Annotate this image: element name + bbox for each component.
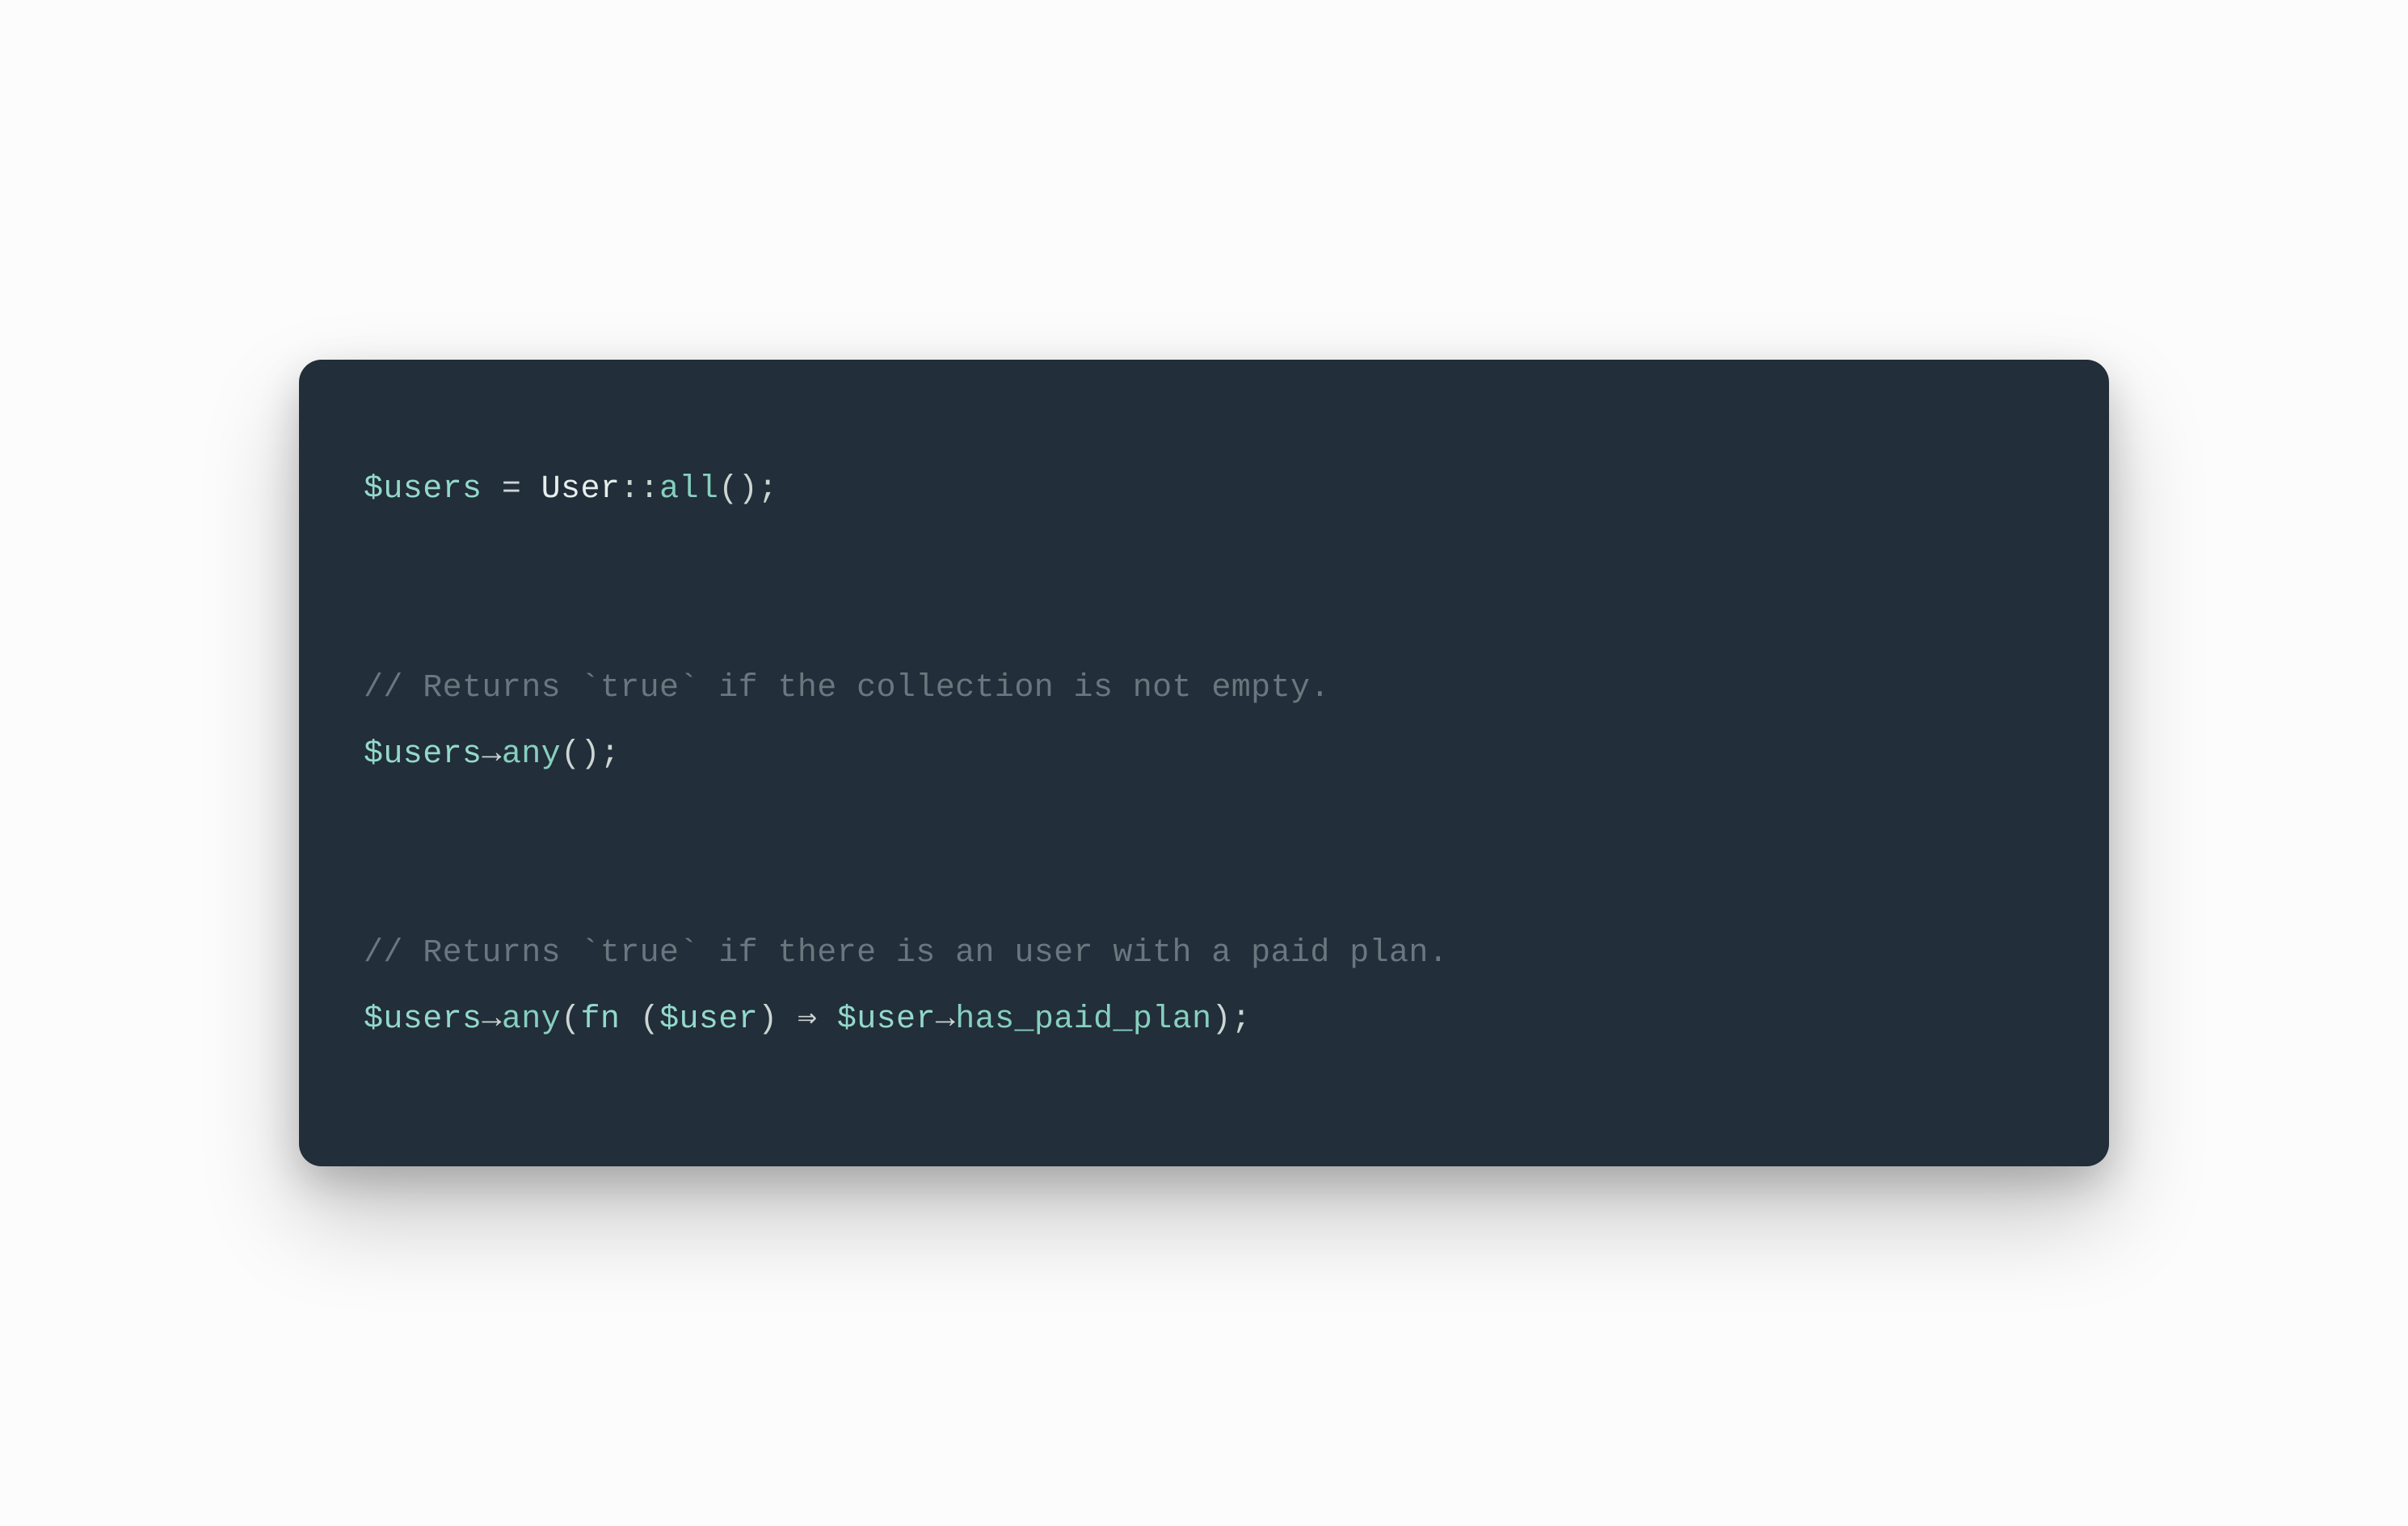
token-space-1 xyxy=(620,1001,639,1038)
token-obj-arrow-1: → xyxy=(482,736,501,773)
token-open-paren-1: ( xyxy=(561,1001,580,1038)
token-double-arrow: ⇒ xyxy=(778,1001,837,1038)
token-parens-1: () xyxy=(718,471,758,508)
token-double-colon: :: xyxy=(620,471,659,508)
token-assign: = xyxy=(482,471,541,508)
token-prop-has-paid-plan: has_paid_plan xyxy=(955,1001,1211,1038)
token-var-users: $users xyxy=(364,471,482,508)
token-var-user-2: $user xyxy=(837,1001,936,1038)
token-fn-any-1: any xyxy=(502,736,561,773)
token-var-users-2: $users xyxy=(364,736,482,773)
token-comment-1: // Returns `true` if the collection is n… xyxy=(364,670,1330,706)
token-kw-fn: fn xyxy=(580,1001,620,1038)
stage: $users = User::all(); // Returns `true` … xyxy=(0,0,2408,1526)
token-close-paren-1: ) xyxy=(758,1001,777,1038)
token-parens-2: () xyxy=(561,736,600,773)
code-block: $users = User::all(); // Returns `true` … xyxy=(364,457,2044,1053)
code-card: $users = User::all(); // Returns `true` … xyxy=(299,360,2109,1166)
token-semicolon-2: ; xyxy=(600,736,620,773)
token-obj-arrow-2: → xyxy=(482,1001,501,1038)
token-semicolon-3: ; xyxy=(1231,1001,1251,1038)
token-semicolon-1: ; xyxy=(758,471,777,508)
token-comment-2: // Returns `true` if there is an user wi… xyxy=(364,935,1448,972)
token-fn-all: all xyxy=(659,471,718,508)
token-var-user-1: $user xyxy=(659,1001,758,1038)
token-class-user: User xyxy=(541,471,621,508)
token-var-users-3: $users xyxy=(364,1001,482,1038)
token-close-paren-2: ) xyxy=(1212,1001,1231,1038)
token-open-paren-2: ( xyxy=(640,1001,659,1038)
token-fn-any-2: any xyxy=(502,1001,561,1038)
token-obj-arrow-3: → xyxy=(936,1001,955,1038)
